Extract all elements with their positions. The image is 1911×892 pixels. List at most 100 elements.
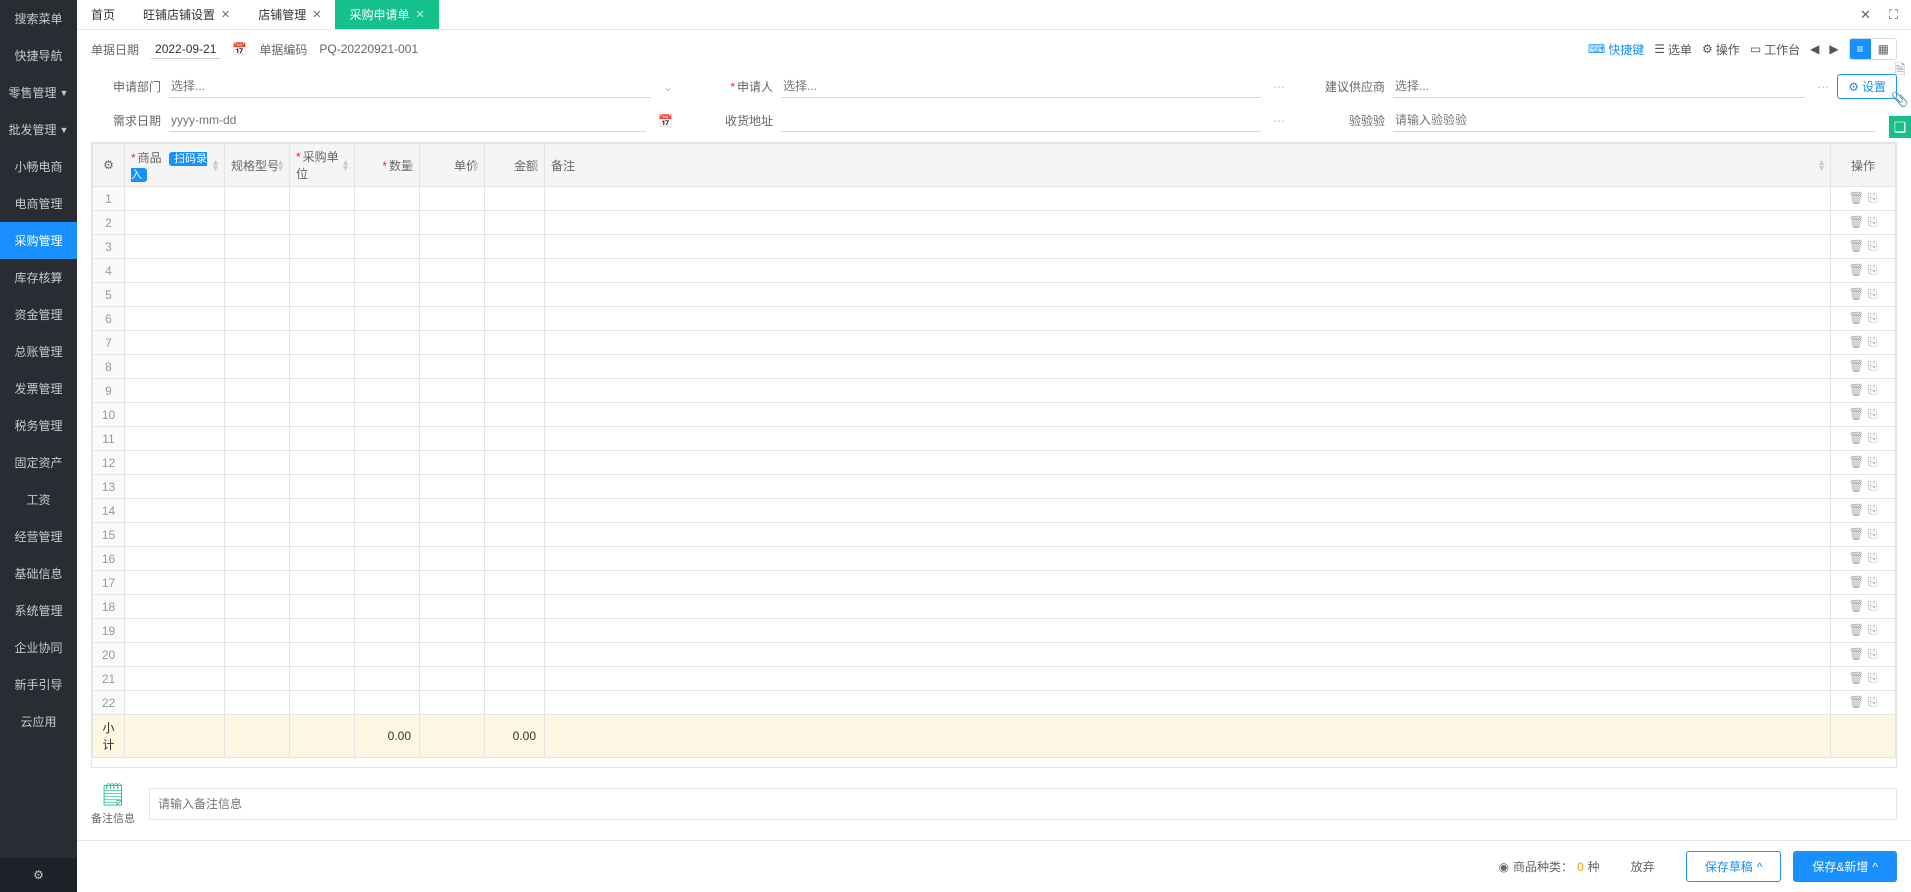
sidebar-item-6[interactable]: 采购管理 xyxy=(0,222,77,259)
dept-select[interactable] xyxy=(169,75,651,98)
cell-product[interactable] xyxy=(125,571,225,595)
delete-icon[interactable]: 🗑 xyxy=(1849,695,1864,709)
cell-unit[interactable] xyxy=(290,595,355,619)
cell-unit[interactable] xyxy=(290,331,355,355)
cell-remark[interactable] xyxy=(545,667,1831,691)
cell-unit[interactable] xyxy=(290,523,355,547)
cell-price[interactable] xyxy=(420,355,485,379)
sidebar-item-5[interactable]: 电商管理 xyxy=(0,185,77,222)
verify-input[interactable] xyxy=(1393,109,1875,132)
copy-icon[interactable]: ⎘ xyxy=(1868,599,1878,613)
delete-icon[interactable]: 🗑 xyxy=(1849,383,1864,397)
cell-remark[interactable] xyxy=(545,619,1831,643)
cell-spec[interactable] xyxy=(225,691,290,715)
cell-qty[interactable] xyxy=(355,547,420,571)
cell-amount[interactable] xyxy=(485,379,545,403)
table-row[interactable]: 3🗑⎘ xyxy=(93,235,1896,259)
cell-product[interactable] xyxy=(125,331,225,355)
cell-qty[interactable] xyxy=(355,427,420,451)
delete-icon[interactable]: 🗑 xyxy=(1849,263,1864,277)
sidebar-item-9[interactable]: 总账管理 xyxy=(0,333,77,370)
cell-product[interactable] xyxy=(125,451,225,475)
delete-icon[interactable]: 🗑 xyxy=(1849,647,1864,661)
col-unit[interactable]: ▲▼*采购单位 xyxy=(290,144,355,187)
cell-remark[interactable] xyxy=(545,331,1831,355)
cell-price[interactable] xyxy=(420,619,485,643)
cell-amount[interactable] xyxy=(485,691,545,715)
cell-qty[interactable] xyxy=(355,379,420,403)
delete-icon[interactable]: 🗑 xyxy=(1849,455,1864,469)
cell-amount[interactable] xyxy=(485,451,545,475)
cell-unit[interactable] xyxy=(290,403,355,427)
cell-spec[interactable] xyxy=(225,235,290,259)
cell-price[interactable] xyxy=(420,475,485,499)
cell-amount[interactable] xyxy=(485,403,545,427)
table-row[interactable]: 1🗑⎘ xyxy=(93,187,1896,211)
copy-icon[interactable]: ⎘ xyxy=(1868,239,1878,253)
cell-product[interactable] xyxy=(125,283,225,307)
cell-unit[interactable] xyxy=(290,379,355,403)
need-date-input[interactable] xyxy=(169,109,646,132)
table-row[interactable]: 4🗑⎘ xyxy=(93,259,1896,283)
cell-qty[interactable] xyxy=(355,451,420,475)
shortcut-link[interactable]: ⌨快捷键 xyxy=(1588,41,1644,58)
cell-price[interactable] xyxy=(420,595,485,619)
table-row[interactable]: 9🗑⎘ xyxy=(93,379,1896,403)
sidebar-item-14[interactable]: 经营管理 xyxy=(0,518,77,555)
cell-product[interactable] xyxy=(125,667,225,691)
cell-unit[interactable] xyxy=(290,211,355,235)
cell-spec[interactable] xyxy=(225,523,290,547)
copy-icon[interactable]: ⎘ xyxy=(1868,407,1878,421)
cell-product[interactable] xyxy=(125,643,225,667)
cell-amount[interactable] xyxy=(485,499,545,523)
copy-icon[interactable]: ⎘ xyxy=(1868,311,1878,325)
col-spec[interactable]: ▲▼规格型号 xyxy=(225,144,290,187)
delete-icon[interactable]: 🗑 xyxy=(1849,311,1864,325)
cell-unit[interactable] xyxy=(290,499,355,523)
cell-unit[interactable] xyxy=(290,187,355,211)
cell-qty[interactable] xyxy=(355,355,420,379)
sidebar-item-15[interactable]: 基础信息 xyxy=(0,555,77,592)
delete-icon[interactable]: 🗑 xyxy=(1849,431,1864,445)
sidebar-item-18[interactable]: 新手引导 xyxy=(0,666,77,703)
sidebar-item-11[interactable]: 税务管理 xyxy=(0,407,77,444)
cell-price[interactable] xyxy=(420,691,485,715)
cell-spec[interactable] xyxy=(225,379,290,403)
cell-unit[interactable] xyxy=(290,475,355,499)
delete-icon[interactable]: 🗑 xyxy=(1849,479,1864,493)
cell-spec[interactable] xyxy=(225,667,290,691)
cell-amount[interactable] xyxy=(485,667,545,691)
copy-icon[interactable]: ⎘ xyxy=(1868,215,1878,229)
cell-price[interactable] xyxy=(420,571,485,595)
cell-product[interactable] xyxy=(125,307,225,331)
cell-spec[interactable] xyxy=(225,331,290,355)
table-row[interactable]: 15🗑⎘ xyxy=(93,523,1896,547)
cell-spec[interactable] xyxy=(225,595,290,619)
cell-product[interactable] xyxy=(125,619,225,643)
cell-remark[interactable] xyxy=(545,643,1831,667)
cell-price[interactable] xyxy=(420,211,485,235)
copy-icon[interactable]: ⎘ xyxy=(1868,503,1878,517)
cell-spec[interactable] xyxy=(225,283,290,307)
tab[interactable]: 旺铺店铺设置✕ xyxy=(129,0,244,29)
delete-icon[interactable]: 🗑 xyxy=(1849,215,1864,229)
delete-icon[interactable]: 🗑 xyxy=(1849,575,1864,589)
doc-date-value[interactable]: 2022-09-21 xyxy=(151,40,220,59)
col-qty[interactable]: ▲▼*数量 xyxy=(355,144,420,187)
save-new-button[interactable]: 保存&新增^ xyxy=(1793,851,1897,882)
cell-spec[interactable] xyxy=(225,571,290,595)
sidebar-settings-icon[interactable]: ⚙ xyxy=(0,858,77,892)
cell-qty[interactable] xyxy=(355,619,420,643)
cell-unit[interactable] xyxy=(290,235,355,259)
more-icon[interactable]: ⋯ xyxy=(1273,114,1285,128)
col-product[interactable]: ▲▼*商品 扫码录入 xyxy=(125,144,225,187)
delete-icon[interactable]: 🗑 xyxy=(1849,239,1864,253)
cell-qty[interactable] xyxy=(355,523,420,547)
cell-amount[interactable] xyxy=(485,643,545,667)
cell-amount[interactable] xyxy=(485,259,545,283)
cell-unit[interactable] xyxy=(290,547,355,571)
cell-spec[interactable] xyxy=(225,355,290,379)
cell-amount[interactable] xyxy=(485,619,545,643)
cell-price[interactable] xyxy=(420,667,485,691)
sidebar-item-1[interactable]: 快捷导航 xyxy=(0,37,77,74)
